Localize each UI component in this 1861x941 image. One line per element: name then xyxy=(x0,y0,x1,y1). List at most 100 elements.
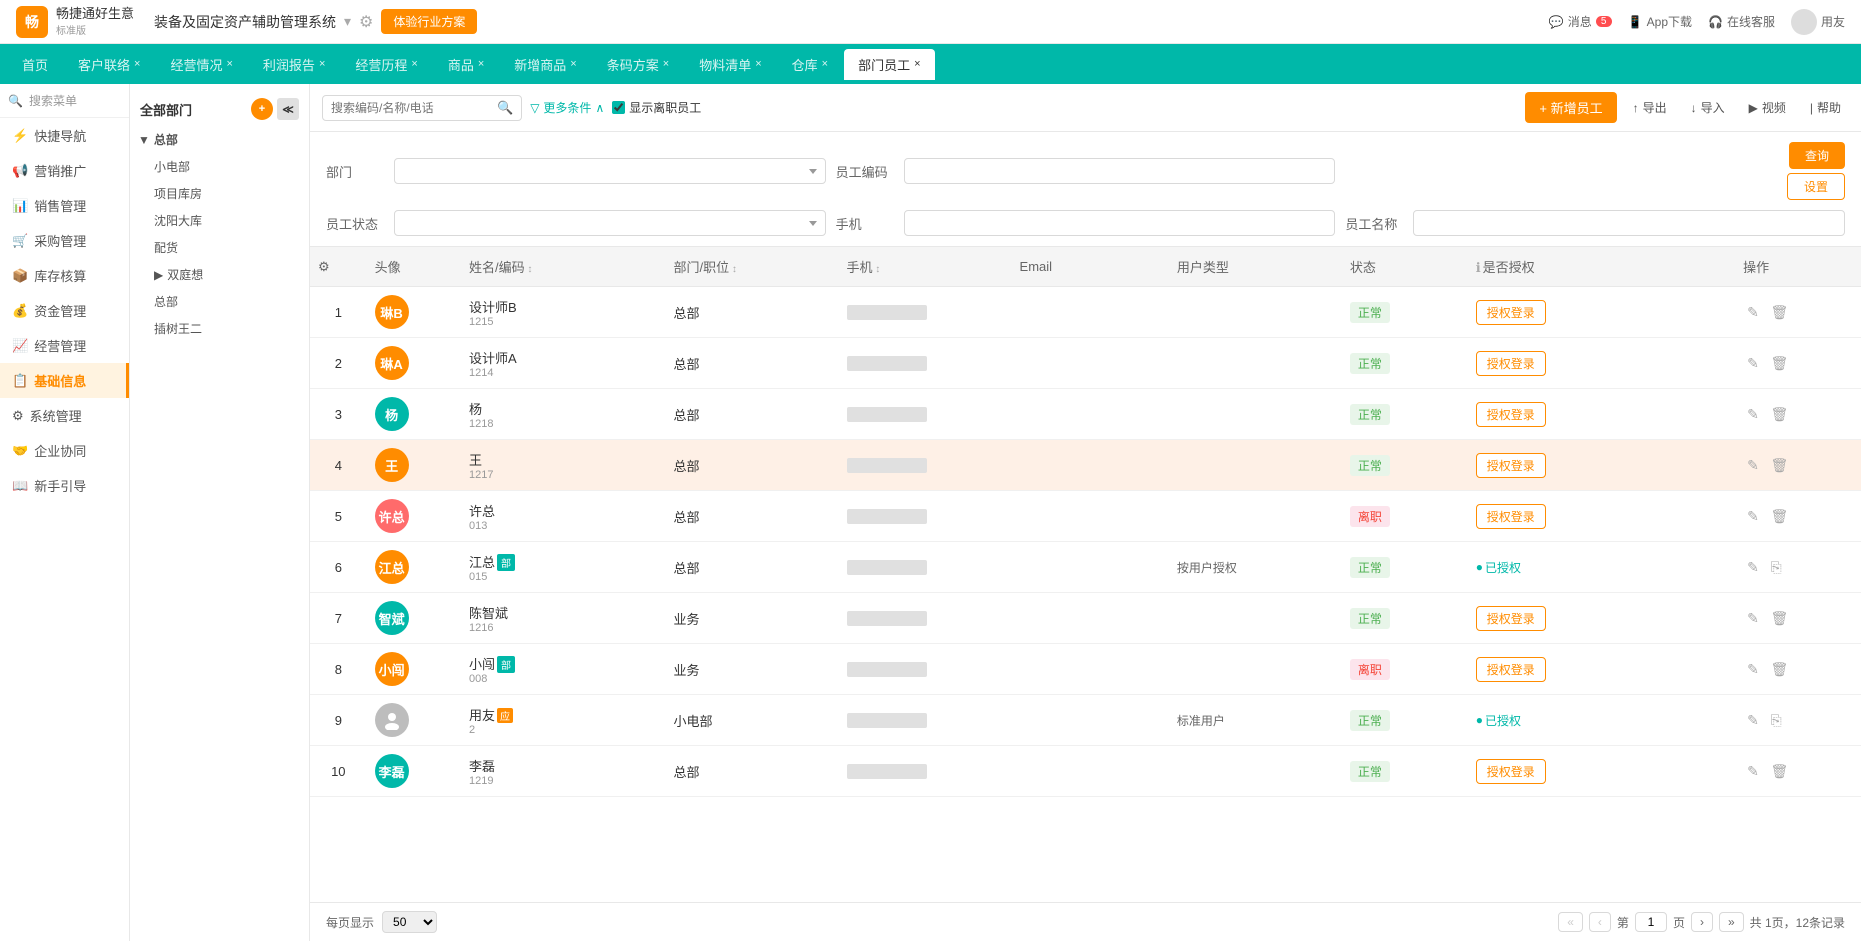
sidebar-item-collab[interactable]: 🤝 企业协同 xyxy=(0,433,129,468)
tree-node-4[interactable]: 配货 xyxy=(130,234,309,261)
set-btn[interactable]: 设置 xyxy=(1787,173,1845,200)
tree-node-6[interactable]: 总部 xyxy=(130,288,309,315)
auth-btn-4[interactable]: 授权登录 xyxy=(1476,453,1546,478)
copy-btn-9[interactable]: ⎘ xyxy=(1766,710,1785,731)
delete-btn-5[interactable]: 🗑 xyxy=(1766,506,1792,527)
tab-warehouse[interactable]: 仓库 × xyxy=(778,49,842,80)
tree-node-1[interactable]: 小电部 xyxy=(130,153,309,180)
edit-btn-3[interactable]: ✎ xyxy=(1743,404,1763,425)
tab-add-goods-close[interactable]: × xyxy=(570,58,576,70)
th-dept[interactable]: 部门/职位 xyxy=(665,247,838,287)
tab-goods[interactable]: 商品 × xyxy=(434,49,498,80)
sidebar-item-finance[interactable]: 💰 资金管理 xyxy=(0,293,129,328)
auth-btn-10[interactable]: 授权登录 xyxy=(1476,759,1546,784)
page-size-select[interactable]: 50 100 200 xyxy=(382,911,437,933)
search-input[interactable] xyxy=(331,101,491,115)
next-page-btn[interactable]: › xyxy=(1691,912,1713,932)
filter-phone-input[interactable] xyxy=(904,210,1336,236)
tree-add-btn[interactable]: + xyxy=(251,98,273,120)
auth-btn-3[interactable]: 授权登录 xyxy=(1476,402,1546,427)
tab-bom[interactable]: 物料清单 × xyxy=(685,49,775,80)
tree-node-7[interactable]: 插树王二 xyxy=(130,315,309,342)
th-name[interactable]: 姓名/编码 xyxy=(461,247,665,287)
th-settings[interactable]: ⚙ xyxy=(310,247,367,287)
tree-node-5[interactable]: ▶ 双庭想 xyxy=(130,261,309,288)
tab-operations-close[interactable]: × xyxy=(226,58,232,70)
search-box[interactable]: 🔍 xyxy=(322,95,522,121)
sidebar-search[interactable]: 🔍 搜索菜单 xyxy=(0,84,129,118)
tree-node-head[interactable]: ▼ 总部 xyxy=(130,126,309,153)
delete-btn-7[interactable]: 🗑 xyxy=(1766,608,1792,629)
view-btn[interactable]: ▶ 视频 xyxy=(1741,95,1794,120)
sidebar-item-purchase[interactable]: 🛒 采购管理 xyxy=(0,223,129,258)
settings-icon[interactable]: ⚙ xyxy=(359,12,373,32)
tab-customer-close[interactable]: × xyxy=(134,58,140,70)
delete-btn-8[interactable]: 🗑 xyxy=(1766,659,1792,680)
last-page-btn[interactable]: » xyxy=(1719,912,1744,932)
edit-btn-10[interactable]: ✎ xyxy=(1743,761,1763,782)
copy-btn-6[interactable]: ⎘ xyxy=(1766,557,1785,578)
edit-btn-6[interactable]: ✎ xyxy=(1743,557,1763,578)
dropdown-icon[interactable]: ▾ xyxy=(344,13,351,30)
show-resigned-input[interactable] xyxy=(612,101,625,114)
filter-status-select[interactable] xyxy=(394,210,826,236)
tree-node-3[interactable]: 沈阳大库 xyxy=(130,207,309,234)
tab-profit[interactable]: 利润报告 × xyxy=(249,49,339,80)
delete-btn-3[interactable]: 🗑 xyxy=(1766,404,1792,425)
delete-btn-10[interactable]: 🗑 xyxy=(1766,761,1792,782)
app-download-btn[interactable]: 📱 App下载 xyxy=(1628,13,1692,30)
edit-btn-1[interactable]: ✎ xyxy=(1743,302,1763,323)
sidebar-item-operations[interactable]: 📈 经营管理 xyxy=(0,328,129,363)
auth-btn-7[interactable]: 授权登录 xyxy=(1476,606,1546,631)
sidebar-item-basic-info[interactable]: 📋 基础信息 xyxy=(0,363,129,398)
filter-dept-select[interactable] xyxy=(394,158,826,184)
tab-customer[interactable]: 客户联络 × xyxy=(64,49,154,80)
query-btn[interactable]: 查询 xyxy=(1789,142,1845,169)
edit-btn-8[interactable]: ✎ xyxy=(1743,659,1763,680)
auth-btn-5[interactable]: 授权登录 xyxy=(1476,504,1546,529)
help-btn[interactable]: | 帮助 xyxy=(1802,95,1849,120)
edit-btn-4[interactable]: ✎ xyxy=(1743,455,1763,476)
tab-operations[interactable]: 经营情况 × xyxy=(156,49,246,80)
tree-node-2[interactable]: 项目库房 xyxy=(130,180,309,207)
tab-employees-close[interactable]: × xyxy=(914,58,920,70)
first-page-btn[interactable]: « xyxy=(1558,912,1583,932)
auth-btn-2[interactable]: 授权登录 xyxy=(1476,351,1546,376)
edit-btn-5[interactable]: ✎ xyxy=(1743,506,1763,527)
import-btn[interactable]: ↓ 导入 xyxy=(1683,95,1733,120)
tab-home[interactable]: 首页 xyxy=(8,49,62,80)
edit-btn-7[interactable]: ✎ xyxy=(1743,608,1763,629)
sidebar-item-guide[interactable]: 📖 新手引导 xyxy=(0,468,129,503)
page-input[interactable] xyxy=(1635,912,1667,932)
edit-btn-2[interactable]: ✎ xyxy=(1743,353,1763,374)
sidebar-item-marketing[interactable]: 📢 营销推广 xyxy=(0,153,129,188)
auth-btn-8[interactable]: 授权登录 xyxy=(1476,657,1546,682)
trial-btn[interactable]: 体验行业方案 xyxy=(381,9,477,34)
filter-name-input[interactable] xyxy=(1413,210,1845,236)
tab-warehouse-close[interactable]: × xyxy=(822,58,828,70)
sidebar-item-sales[interactable]: 📊 销售管理 xyxy=(0,188,129,223)
user-avatar-btn[interactable]: 用友 xyxy=(1791,9,1845,35)
tab-add-goods[interactable]: 新增商品 × xyxy=(500,49,590,80)
tree-collapse-btn[interactable]: ≪ xyxy=(277,98,299,120)
tab-profit-close[interactable]: × xyxy=(319,58,325,70)
tab-barcode[interactable]: 条码方案 × xyxy=(593,49,683,80)
tab-goods-close[interactable]: × xyxy=(478,58,484,70)
tab-barcode-close[interactable]: × xyxy=(663,58,669,70)
tab-bom-close[interactable]: × xyxy=(755,58,761,70)
filter-code-input[interactable] xyxy=(904,158,1336,184)
delete-btn-2[interactable]: 🗑 xyxy=(1766,353,1792,374)
message-btn[interactable]: 💬 消息 5 xyxy=(1549,13,1612,30)
tab-history[interactable]: 经营历程 × xyxy=(341,49,431,80)
auth-btn-1[interactable]: 授权登录 xyxy=(1476,300,1546,325)
export-btn[interactable]: ↑ 导出 xyxy=(1625,95,1675,120)
th-phone[interactable]: 手机 xyxy=(839,247,1012,287)
delete-btn-4[interactable]: 🗑 xyxy=(1766,455,1792,476)
sidebar-item-inventory[interactable]: 📦 库存核算 xyxy=(0,258,129,293)
delete-btn-1[interactable]: 🗑 xyxy=(1766,302,1792,323)
sidebar-item-quick-nav[interactable]: ⚡ 快捷导航 xyxy=(0,118,129,153)
more-filter-btn[interactable]: ▽ 更多条件 ∧ xyxy=(530,99,604,116)
prev-page-btn[interactable]: ‹ xyxy=(1589,912,1611,932)
tab-history-close[interactable]: × xyxy=(411,58,417,70)
tab-employees[interactable]: 部门员工 × xyxy=(844,49,934,80)
